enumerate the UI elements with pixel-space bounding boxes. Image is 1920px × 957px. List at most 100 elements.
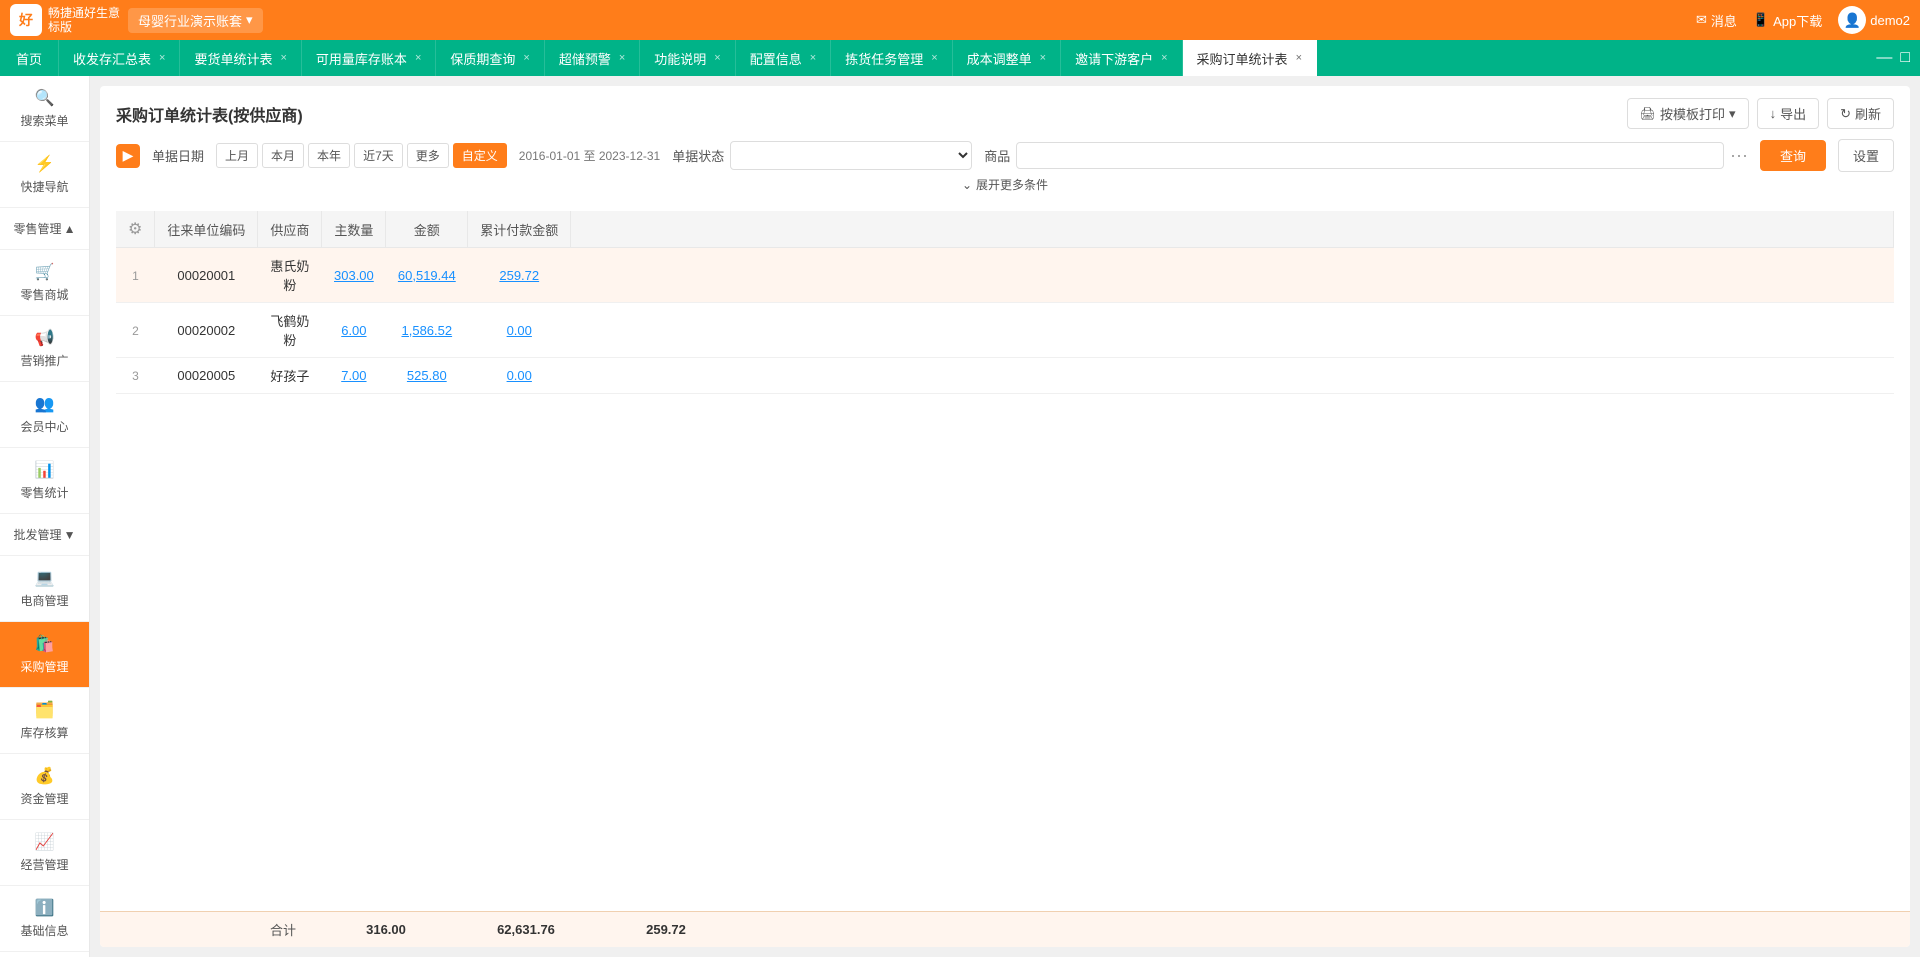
sidebar-item-biz-mgmt[interactable]: 📈 经营管理 xyxy=(0,820,89,886)
close-icon[interactable]: × xyxy=(1161,52,1167,64)
export-button[interactable]: ↓ 导出 xyxy=(1757,98,1820,129)
sidebar-item-shortcut[interactable]: ⚡ 快捷导航 xyxy=(0,142,89,208)
export-icon: ↓ xyxy=(1770,106,1777,121)
more-options-icon[interactable]: ··· xyxy=(1730,145,1748,166)
stats-icon: 📊 xyxy=(35,460,55,480)
this-year-btn[interactable]: 本年 xyxy=(308,143,350,168)
tab-cost-adjust[interactable]: 成本调整单 × xyxy=(953,40,1061,76)
settings-button[interactable]: 设置 xyxy=(1838,139,1894,172)
close-icon[interactable]: × xyxy=(931,52,937,64)
col-amount: 金额 xyxy=(386,211,468,248)
download-icon: 📱 xyxy=(1753,12,1769,28)
footer-label: 合计 xyxy=(116,920,316,939)
close-icon[interactable]: × xyxy=(1040,52,1046,64)
restore-button[interactable]: □ xyxy=(1900,49,1910,67)
purchase-icon: 🛍️ xyxy=(35,634,55,654)
message-button[interactable]: ✉ 消息 xyxy=(1696,11,1737,30)
status-select[interactable] xyxy=(730,141,972,170)
close-icon[interactable]: × xyxy=(1296,52,1302,64)
sidebar-item-ecom-mgmt[interactable]: 💻 电商管理 xyxy=(0,556,89,622)
last-month-btn[interactable]: 上月 xyxy=(216,143,258,168)
filter-toggle-button[interactable]: ▶ xyxy=(116,144,140,168)
goods-input[interactable] xyxy=(1016,142,1724,169)
sidebar-item-member[interactable]: 👥 会员中心 xyxy=(0,382,89,448)
row-qty[interactable]: 7.00 xyxy=(322,358,386,394)
sidebar-item-wholesale-mgmt[interactable]: 批发管理 ▼ xyxy=(0,514,89,556)
close-icon[interactable]: × xyxy=(415,52,421,64)
tab-invite-downstream[interactable]: 邀请下游客户 × xyxy=(1061,40,1182,76)
shortcut-icon: ⚡ xyxy=(35,154,55,174)
sidebar-item-finance[interactable]: 💰 资金管理 xyxy=(0,754,89,820)
sidebar-item-retail-mgmt[interactable]: 零售管理 ▲ xyxy=(0,208,89,250)
table-row: 2 00020002 飞鹤奶粉 6.00 1,586.52 0.00 xyxy=(116,303,1894,358)
sidebar-item-search[interactable]: 🔍 搜索菜单 xyxy=(0,76,89,142)
last-7days-btn[interactable]: 近7天 xyxy=(354,143,403,168)
status-label: 单据状态 xyxy=(672,146,724,165)
filter-row-1: ▶ 单据日期 上月 本月 本年 近7天 更多 自定义 2016-01-01 至 … xyxy=(116,139,1894,172)
row-amount[interactable]: 60,519.44 xyxy=(386,248,468,303)
tab-config[interactable]: 配置信息 × xyxy=(736,40,831,76)
sidebar: 🔍 搜索菜单 ⚡ 快捷导航 零售管理 ▲ 🛒 零售商城 📢 营销推广 👥 会员中… xyxy=(0,76,90,957)
row-paid[interactable]: 0.00 xyxy=(468,303,571,358)
app-download-button[interactable]: 📱 App下载 xyxy=(1753,11,1822,30)
sidebar-item-sys-mgmt[interactable]: ⚙️ 系统管理 xyxy=(0,952,89,957)
row-amount[interactable]: 1,586.52 xyxy=(386,303,468,358)
main-layout: 🔍 搜索菜单 ⚡ 快捷导航 零售管理 ▲ 🛒 零售商城 📢 营销推广 👥 会员中… xyxy=(0,76,1920,957)
sidebar-item-stock-check[interactable]: 🗂️ 库存核算 xyxy=(0,688,89,754)
tab-purchase-summary[interactable]: 采购订单统计表 × xyxy=(1183,40,1317,76)
sidebar-item-retail-shop[interactable]: 🛒 零售商城 xyxy=(0,250,89,316)
sidebar-item-retail-stats[interactable]: 📊 零售统计 xyxy=(0,448,89,514)
printer-icon: 🖨 xyxy=(1640,106,1657,122)
expand-more-button[interactable]: ⌄ 展开更多条件 xyxy=(962,176,1048,193)
column-settings-icon[interactable]: ⚙ xyxy=(128,221,142,238)
company-selector[interactable]: 母婴行业演示账套 ▾ xyxy=(128,8,263,33)
close-icon[interactable]: × xyxy=(280,52,286,64)
tab-pick-task[interactable]: 拣货任务管理 × xyxy=(831,40,952,76)
minimize-button[interactable]: — xyxy=(1876,49,1892,67)
print-button[interactable]: 🖨 按模板打印 ▾ xyxy=(1627,98,1749,129)
nav-window-actions: — □ xyxy=(1866,40,1920,76)
query-button[interactable]: 查询 xyxy=(1760,140,1826,171)
tab-func-desc[interactable]: 功能说明 × xyxy=(640,40,735,76)
ecom-icon: 💻 xyxy=(35,568,55,588)
row-paid[interactable]: 259.72 xyxy=(468,248,571,303)
tab-order-summary[interactable]: 要货单统计表 × xyxy=(180,40,301,76)
table-footer: 合计 316.00 62,631.76 259.72 xyxy=(100,911,1910,947)
footer-paid: 259.72 xyxy=(596,922,736,937)
arrow-up-icon: ▲ xyxy=(64,222,76,236)
tab-home[interactable]: 首页 xyxy=(0,40,59,76)
close-icon[interactable]: × xyxy=(714,52,720,64)
user-menu[interactable]: 👤 demo2 xyxy=(1838,6,1910,34)
close-icon[interactable]: × xyxy=(810,52,816,64)
row-qty[interactable]: 303.00 xyxy=(322,248,386,303)
row-num: 2 xyxy=(116,303,155,358)
sidebar-item-basic-info[interactable]: ℹ️ 基础信息 xyxy=(0,886,89,952)
close-icon[interactable]: × xyxy=(619,52,625,64)
more-date-btn[interactable]: 更多 xyxy=(407,143,449,168)
this-month-btn[interactable]: 本月 xyxy=(262,143,304,168)
sidebar-item-marketing[interactable]: 📢 营销推广 xyxy=(0,316,89,382)
row-qty[interactable]: 6.00 xyxy=(322,303,386,358)
date-range-display: 2016-01-01 至 2023-12-31 xyxy=(519,147,660,164)
footer-qty: 316.00 xyxy=(316,922,456,937)
shop-icon: 🛒 xyxy=(35,262,55,282)
col-settings: ⚙ xyxy=(116,211,155,248)
close-icon[interactable]: × xyxy=(159,52,165,64)
row-supplier: 飞鹤奶粉 xyxy=(258,303,322,358)
row-paid[interactable]: 0.00 xyxy=(468,358,571,394)
tab-expiry[interactable]: 保质期查询 × xyxy=(436,40,544,76)
top-bar-left: 好 畅捷通好生意 标版 母婴行业演示账套 ▾ xyxy=(10,4,263,36)
stock-icon: 🗂️ xyxy=(35,700,55,720)
tab-receive[interactable]: 收发存汇总表 × xyxy=(59,40,180,76)
content-area: 采购订单统计表(按供应商) 🖨 按模板打印 ▾ ↓ 导出 ↻ 刷新 xyxy=(90,76,1920,957)
sidebar-item-purchase-mgmt[interactable]: 🛍️ 采购管理 xyxy=(0,622,89,688)
tab-overstock[interactable]: 超储预警 × xyxy=(545,40,640,76)
tab-available-stock[interactable]: 可用量库存账本 × xyxy=(302,40,436,76)
row-code: 00020005 xyxy=(155,358,258,394)
custom-date-btn[interactable]: 自定义 xyxy=(453,143,507,168)
close-icon[interactable]: × xyxy=(523,52,529,64)
row-amount[interactable]: 525.80 xyxy=(386,358,468,394)
refresh-button[interactable]: ↻ 刷新 xyxy=(1827,98,1894,129)
page-header: 采购订单统计表(按供应商) 🖨 按模板打印 ▾ ↓ 导出 ↻ 刷新 xyxy=(100,86,1910,129)
page-actions: 🖨 按模板打印 ▾ ↓ 导出 ↻ 刷新 xyxy=(1627,98,1895,129)
